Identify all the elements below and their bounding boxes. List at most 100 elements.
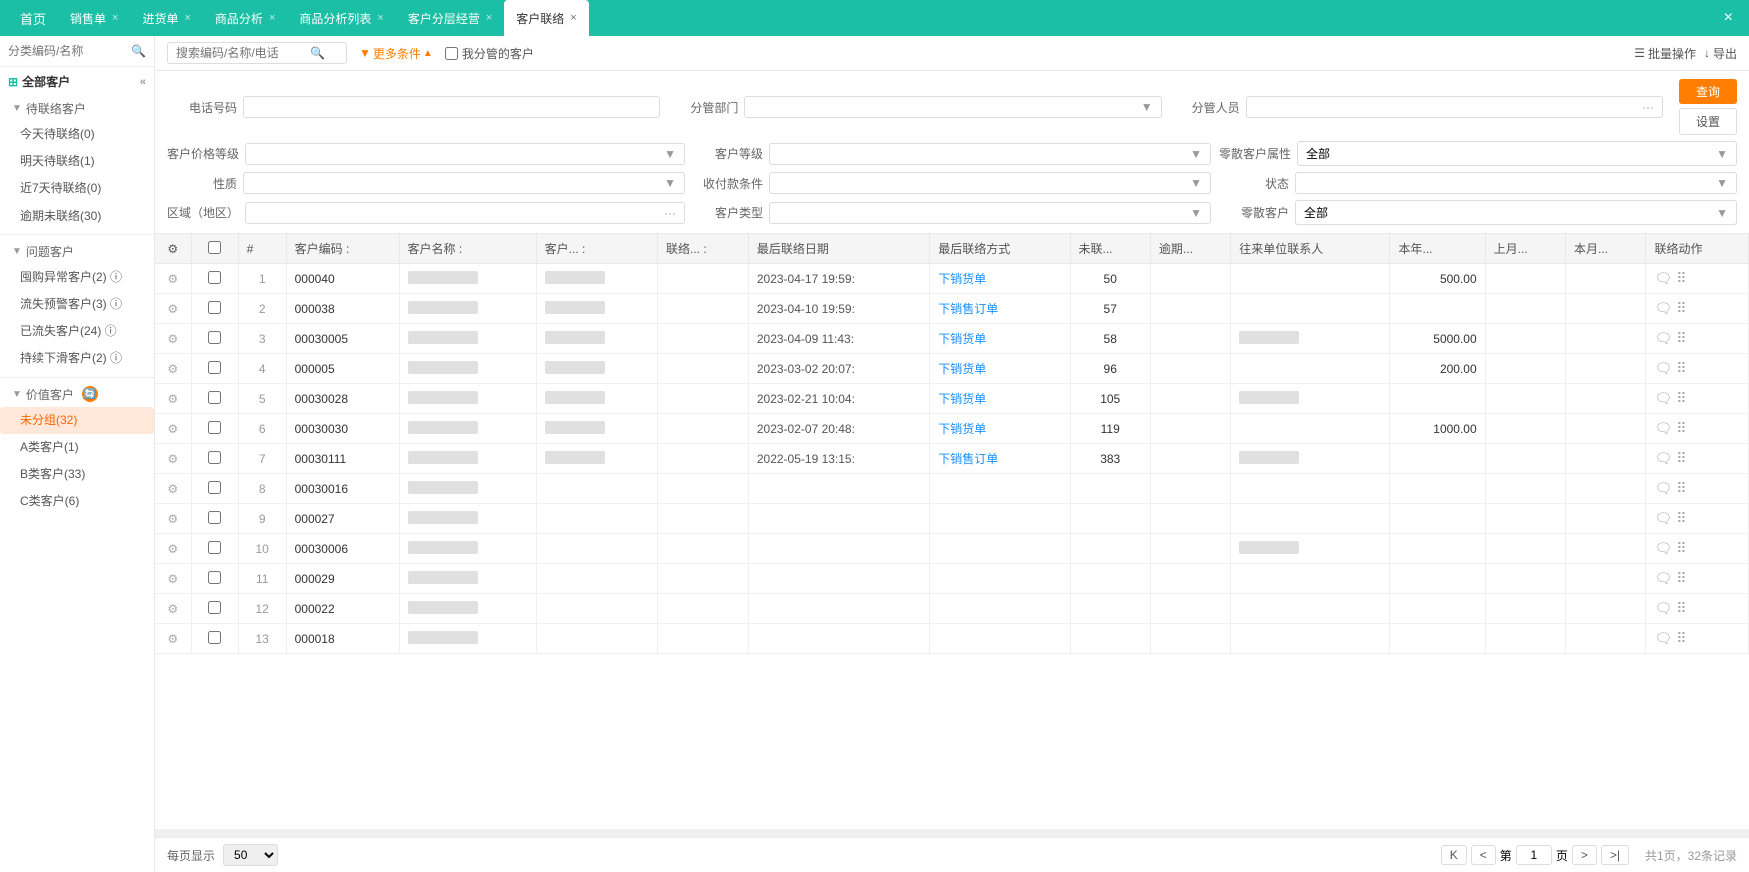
close-purchase-tab[interactable]: ×	[184, 12, 190, 24]
more-action-icon[interactable]: ⠿	[1676, 330, 1686, 347]
row-checkbox[interactable]	[191, 444, 238, 474]
row-select-checkbox[interactable]	[208, 361, 221, 374]
row-select-checkbox[interactable]	[208, 301, 221, 314]
this-year-header[interactable]: 本年...	[1390, 234, 1485, 264]
more-action-icon[interactable]: ⠿	[1676, 360, 1686, 377]
phone-action-icon[interactable]: 🗨	[1654, 330, 1672, 347]
payment-select[interactable]: ▼	[769, 172, 1211, 194]
row-select-checkbox[interactable]	[208, 541, 221, 554]
row-checkbox[interactable]	[191, 564, 238, 594]
row-checkbox[interactable]	[191, 264, 238, 294]
sidebar-item-declining[interactable]: 持续下滑客户(2) ⓘ	[0, 345, 154, 372]
row-checkbox[interactable]	[191, 534, 238, 564]
contact-way-link[interactable]: 下销货单	[938, 332, 986, 346]
phone-input[interactable]	[243, 96, 660, 118]
phone-action-icon[interactable]: 🗨	[1654, 480, 1672, 497]
close-product-list-tab[interactable]: ×	[377, 12, 383, 24]
code-header[interactable]: 客户编码 :	[286, 234, 399, 264]
nav-home[interactable]: 首页	[8, 9, 58, 28]
person-select[interactable]: ···	[1246, 96, 1663, 118]
level-select[interactable]: ▼	[769, 143, 1211, 165]
row-select-checkbox[interactable]	[208, 571, 221, 584]
row-checkbox[interactable]	[191, 594, 238, 624]
row-settings[interactable]: ⚙	[155, 624, 191, 654]
row-settings[interactable]: ⚙	[155, 354, 191, 384]
row-select-checkbox[interactable]	[208, 391, 221, 404]
row-settings[interactable]: ⚙	[155, 294, 191, 324]
sidebar-item-class-b[interactable]: B类客户(33)	[0, 461, 154, 488]
more-action-icon[interactable]: ⠿	[1676, 270, 1686, 287]
nav-tab-product-list[interactable]: 商品分析列表 ×	[287, 0, 395, 36]
row-settings[interactable]: ⚙	[155, 324, 191, 354]
sidebar-search-icon[interactable]: 🔍	[131, 44, 146, 58]
row-settings[interactable]: ⚙	[155, 594, 191, 624]
row-select-checkbox[interactable]	[208, 421, 221, 434]
batch-operation-btn[interactable]: ☰ 批量操作	[1634, 45, 1696, 62]
row-checkbox[interactable]	[191, 414, 238, 444]
more-conditions-btn[interactable]: ▼ 更多条件 ▲	[359, 45, 433, 62]
contact-way-link[interactable]: 下销售订单	[938, 302, 998, 316]
horizontal-scrollbar[interactable]	[155, 829, 1749, 837]
contact-header[interactable]: 联络... :	[657, 234, 748, 264]
contact-way-link[interactable]: 下销货单	[938, 362, 986, 376]
row-select-checkbox[interactable]	[208, 331, 221, 344]
sidebar-item-tomorrow-pending[interactable]: 明天待联络(1)	[0, 148, 154, 175]
collapse-icon[interactable]: «	[140, 76, 146, 88]
close-sales-tab[interactable]: ×	[112, 12, 118, 24]
contact-way-link[interactable]: 下销售订单	[938, 452, 998, 466]
no-contact-header[interactable]: 未联...	[1070, 234, 1150, 264]
name-header[interactable]: 客户名称 :	[399, 234, 536, 264]
row-settings[interactable]: ⚙	[155, 384, 191, 414]
row-settings[interactable]: ⚙	[155, 564, 191, 594]
export-btn[interactable]: ↓ 导出	[1704, 45, 1737, 62]
phone-action-icon[interactable]: 🗨	[1654, 300, 1672, 317]
close-product-analysis-tab[interactable]: ×	[269, 12, 275, 24]
more-action-icon[interactable]: ⠿	[1676, 540, 1686, 557]
row-select-checkbox[interactable]	[208, 271, 221, 284]
page-number-input[interactable]	[1516, 845, 1552, 865]
phone-action-icon[interactable]: 🗨	[1654, 630, 1672, 647]
type-select[interactable]: ▼	[769, 202, 1211, 224]
region-select[interactable]: ···	[245, 202, 685, 224]
nav-tab-customer-tier[interactable]: 客户分层经营 ×	[396, 0, 504, 36]
person-dots[interactable]: ···	[1642, 100, 1654, 114]
contact-way-link[interactable]: 下销货单	[938, 422, 986, 436]
next-page-btn[interactable]: >	[1572, 845, 1597, 865]
close-customer-tier-tab[interactable]: ×	[486, 12, 492, 24]
phone-action-icon[interactable]: 🗨	[1654, 360, 1672, 377]
query-button[interactable]: 查询	[1679, 79, 1737, 104]
phone-action-icon[interactable]: 🗨	[1654, 420, 1672, 437]
settings-header[interactable]: ⚙	[155, 234, 191, 264]
contact-way-link[interactable]: 下销货单	[938, 392, 986, 406]
sidebar-item-class-a[interactable]: A类客户(1)	[0, 434, 154, 461]
this-month-header[interactable]: 本月...	[1566, 234, 1646, 264]
sidebar-item-abnormal[interactable]: 囤购异常客户(2) ⓘ	[0, 264, 154, 291]
row-settings[interactable]: ⚙	[155, 474, 191, 504]
sidebar-item-today-pending[interactable]: 今天待联络(0)	[0, 121, 154, 148]
last-page-btn[interactable]: >|	[1601, 845, 1629, 865]
sidebar-item-7days-pending[interactable]: 近7天待联络(0)	[0, 175, 154, 202]
phone-action-icon[interactable]: 🗨	[1654, 570, 1672, 587]
contact-way-link[interactable]: 下销货单	[938, 272, 986, 286]
my-customers-checkbox[interactable]: 我分管的客户	[445, 45, 534, 62]
sidebar-item-churned[interactable]: 已流失客户(24) ⓘ	[0, 318, 154, 345]
last-contact-date-header[interactable]: 最后联络日期	[748, 234, 929, 264]
more-action-icon[interactable]: ⠿	[1676, 570, 1686, 587]
row-settings[interactable]: ⚙	[155, 534, 191, 564]
row-select-checkbox[interactable]	[208, 451, 221, 464]
nav-tab-sales[interactable]: 销售单 ×	[58, 0, 130, 36]
row-checkbox[interactable]	[191, 324, 238, 354]
more-action-icon[interactable]: ⠿	[1676, 600, 1686, 617]
region-dots[interactable]: ···	[664, 206, 676, 220]
more-action-icon[interactable]: ⠿	[1676, 300, 1686, 317]
zero-attr-select[interactable]: 全部 ▼	[1297, 141, 1737, 166]
row-select-checkbox[interactable]	[208, 511, 221, 524]
sidebar-item-overdue-pending[interactable]: 逾期未联络(30)	[0, 203, 154, 230]
type-header[interactable]: 客户... :	[536, 234, 657, 264]
price-level-select[interactable]: ▼	[245, 143, 685, 165]
phone-action-icon[interactable]: 🗨	[1654, 390, 1672, 407]
search-icon[interactable]: 🔍	[310, 46, 325, 60]
close-all-tabs[interactable]: ×	[1716, 9, 1741, 27]
select-all-checkbox[interactable]	[208, 241, 221, 254]
row-checkbox[interactable]	[191, 474, 238, 504]
